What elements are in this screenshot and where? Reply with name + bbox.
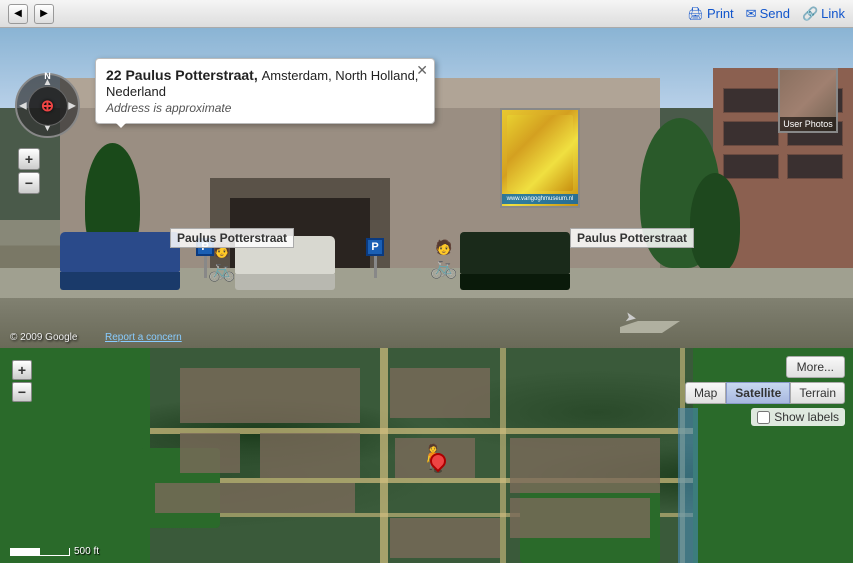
report-concern-link[interactable]: Report a concern — [105, 332, 182, 343]
street-label-left: Paulus Potterstraat — [170, 228, 294, 248]
car-1 — [60, 232, 180, 290]
compass-inner[interactable]: ⊕ — [28, 86, 68, 126]
satellite-button[interactable]: Satellite — [726, 382, 790, 404]
forward-button[interactable]: ▶ — [34, 4, 54, 24]
car-3 — [460, 232, 570, 290]
pin-head — [427, 450, 450, 473]
road-v1 — [380, 348, 388, 563]
send-link[interactable]: ✉ Send — [746, 6, 790, 22]
scale-bar: 500 ft — [10, 546, 99, 557]
user-photos-label: User Photos — [780, 117, 836, 131]
address-main: 22 Paulus Potterstraat, Amsterdam, North… — [106, 67, 424, 99]
send-label: Send — [760, 6, 790, 21]
copyright-text: © 2009 Google — [10, 332, 77, 343]
water-canal — [678, 408, 698, 563]
send-icon: ✉ — [746, 6, 757, 22]
building-6 — [510, 498, 650, 538]
location-pin[interactable] — [430, 453, 446, 473]
show-labels-control: Show labels — [751, 408, 845, 426]
map-panel: 🧍 + − More... Map Satellite Terrain Show… — [0, 348, 853, 563]
print-link[interactable]: 🖨 Print — [687, 6, 733, 22]
building-9 — [390, 518, 500, 558]
show-labels-checkbox[interactable] — [757, 411, 770, 424]
address-street: Paulus Potterstraat, — [125, 67, 257, 83]
link-link[interactable]: 🔗 Link — [802, 6, 845, 22]
window-1 — [723, 88, 779, 113]
parking-pole-2 — [374, 256, 377, 278]
info-balloon: ✕ 22 Paulus Potterstraat, Amsterdam, Nor… — [95, 58, 435, 124]
parking-board-2: P — [366, 238, 384, 256]
nav-buttons: ◀ ▶ — [8, 4, 54, 24]
building-1 — [180, 433, 240, 473]
more-button[interactable]: More... — [786, 356, 845, 378]
compass-ring[interactable]: ▲ ▼ ◀ ▶ ⊕ — [15, 73, 80, 138]
link-label: Link — [821, 6, 845, 21]
link-icon: 🔗 — [802, 6, 818, 22]
building-2 — [260, 433, 360, 478]
terrain-button[interactable]: Terrain — [790, 382, 845, 404]
compass-needle: ⊕ — [41, 96, 54, 116]
parking-pole-1 — [204, 256, 207, 278]
address-note: Address is approximate — [106, 101, 424, 115]
cyclist-2: 🚲 🧑 — [430, 254, 457, 280]
zoom-in-button[interactable]: + — [18, 148, 40, 170]
window-3 — [723, 121, 779, 146]
toolbar-actions: 🖨 Print ✉ Send 🔗 Link — [687, 6, 845, 22]
print-icon: 🖨 — [687, 6, 704, 22]
pan-left-button[interactable]: ◀ — [19, 100, 27, 111]
window-6 — [787, 154, 843, 179]
back-button[interactable]: ◀ — [8, 4, 28, 24]
road-v2 — [500, 348, 506, 563]
building-8 — [390, 368, 490, 418]
scale-line — [10, 548, 70, 556]
building-3 — [155, 483, 355, 513]
map-zoom-controls: + − — [12, 360, 32, 402]
compass-north-label: N — [44, 71, 51, 81]
street-view-panel: www.vangoghmuseum.nl ➤ — [0, 28, 853, 348]
street-label-right: Paulus Potterstraat — [570, 228, 694, 248]
building-7 — [180, 368, 360, 423]
print-label: Print — [707, 6, 734, 21]
zoom-out-button[interactable]: − — [18, 172, 40, 194]
map-type-controls: More... Map Satellite Terrain Show label… — [685, 356, 845, 426]
zoom-controls: + − — [18, 148, 40, 194]
browser-toolbar: ◀ ▶ 🖨 Print ✉ Send 🔗 Link — [0, 0, 853, 28]
poster-text: www.vangoghmuseum.nl — [502, 194, 578, 204]
user-photos-thumbnail[interactable]: User Photos — [778, 68, 838, 133]
pan-right-button[interactable]: ▶ — [68, 100, 76, 111]
map-type-buttons: More... — [786, 356, 845, 378]
show-labels-text: Show labels — [774, 410, 839, 424]
view-mode-buttons: Map Satellite Terrain — [685, 382, 845, 404]
building-5 — [510, 438, 660, 493]
map-button[interactable]: Map — [685, 382, 726, 404]
map-zoom-out-button[interactable]: − — [12, 382, 32, 402]
parking-sign-2: P — [365, 238, 385, 278]
balloon-close-button[interactable]: ✕ — [416, 63, 428, 77]
compass-control[interactable]: ▲ ▼ ◀ ▶ ⊕ N — [15, 73, 80, 138]
map-zoom-in-button[interactable]: + — [12, 360, 32, 380]
scale-label: 500 ft — [74, 546, 99, 557]
museum-poster: www.vangoghmuseum.nl — [500, 108, 580, 208]
address-number: 22 — [106, 67, 122, 83]
